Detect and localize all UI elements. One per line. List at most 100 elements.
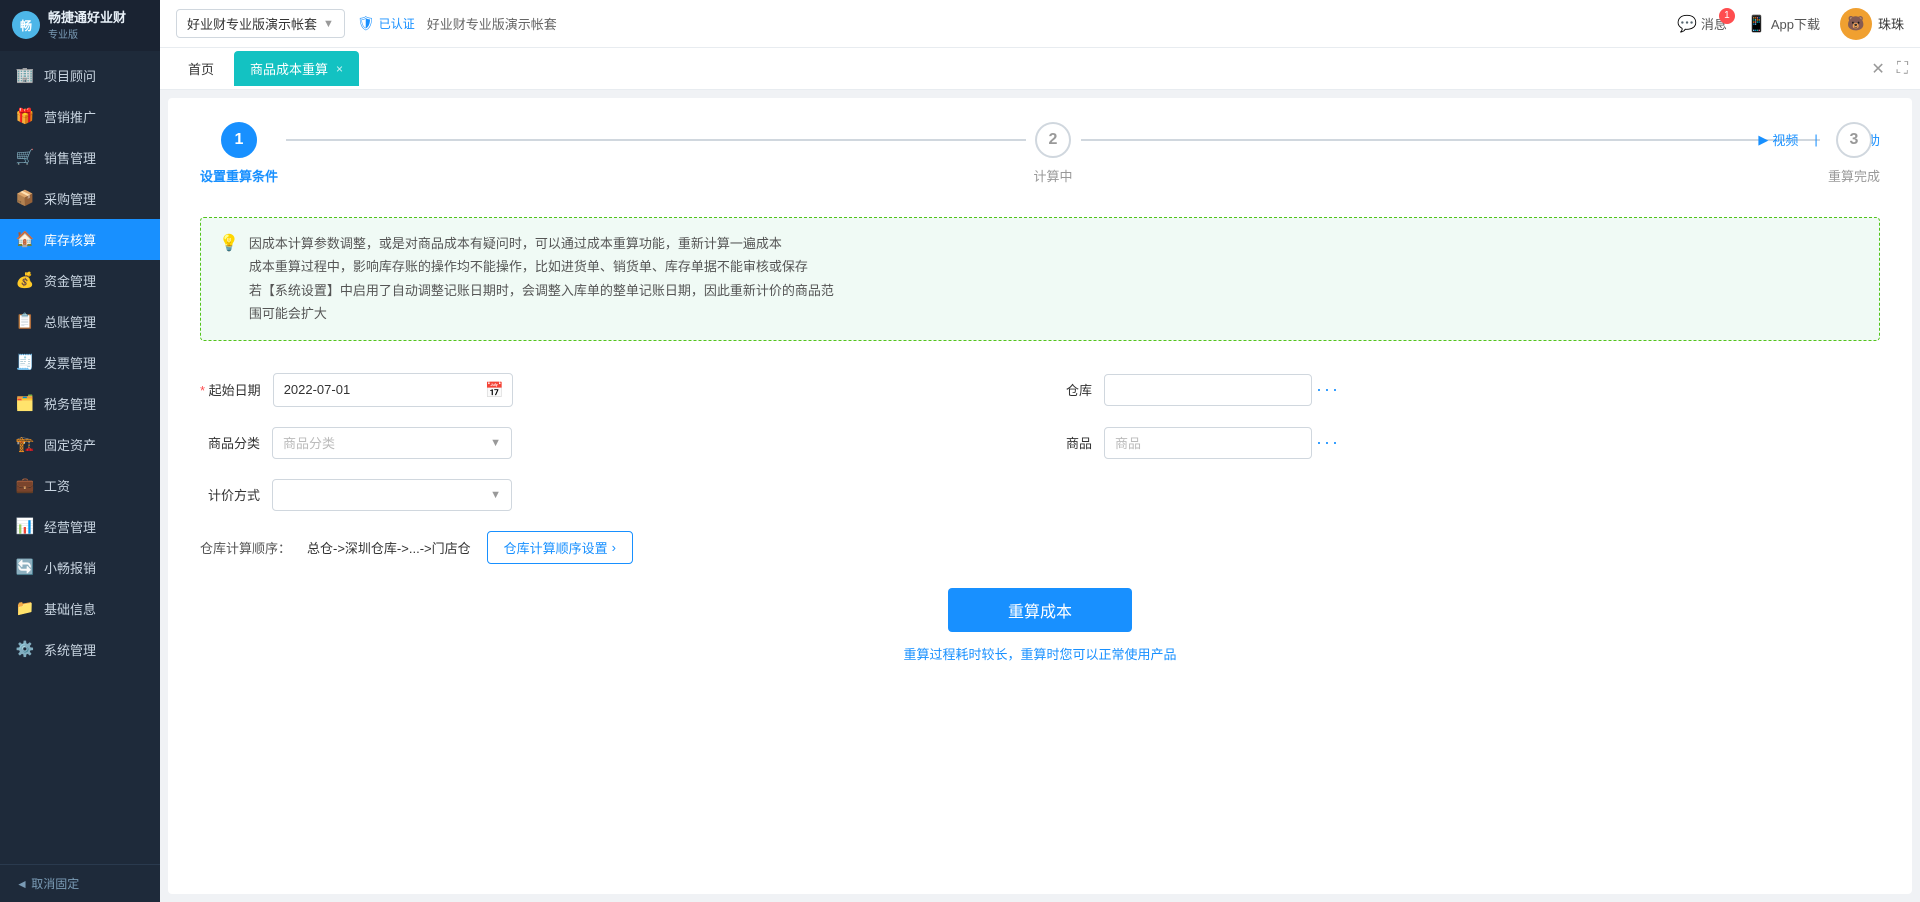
sidebar-item-marketing[interactable]: 🎁 营销推广	[0, 96, 160, 137]
sidebar-item-tax[interactable]: 🗂️ 税务管理	[0, 383, 160, 424]
sidebar-title-sub: 专业版	[48, 26, 126, 41]
sidebar-icon-operation: 📊	[16, 517, 34, 535]
sidebar-label-finance: 资金管理	[44, 271, 96, 290]
app-download-button[interactable]: 📱 App下载	[1747, 14, 1820, 34]
verified-label: 已认证	[379, 15, 415, 32]
start-date-input[interactable]	[274, 374, 477, 406]
close-window-icon[interactable]: ✕	[1871, 59, 1884, 79]
goods-dots-button[interactable]: ···	[1312, 432, 1344, 453]
video-help-button[interactable]: ▶ 视频	[1758, 130, 1798, 149]
sidebar-item-basic[interactable]: 📁 基础信息	[0, 588, 160, 629]
start-date-label: 起始日期	[200, 380, 261, 399]
play-icon: ▶	[1758, 132, 1768, 148]
sidebar-icon-purchase: 📦	[16, 189, 34, 207]
form-row-1: 起始日期 📅 仓库 ···	[200, 373, 1880, 407]
sidebar-item-sales[interactable]: 🛒 销售管理	[0, 137, 160, 178]
action-area: 重算成本 重算过程耗时较长，重算时您可以正常使用产品	[200, 588, 1880, 663]
recalc-button[interactable]: 重算成本	[948, 588, 1132, 632]
warehouse-input[interactable]	[1104, 374, 1312, 406]
expand-icon[interactable]: ⛶	[1897, 60, 1908, 78]
sidebar-item-invoice[interactable]: 🧾 发票管理	[0, 342, 160, 383]
sidebar-title-main: 畅捷通好业财	[48, 10, 126, 26]
info-line-1: 因成本计算参数调整，或是对商品成本有疑问时，可以通过成本重算功能，重新计算一遍成…	[249, 232, 834, 255]
account-selector[interactable]: 好业财专业版演示帐套 ▼	[176, 9, 345, 38]
sidebar-icon-assets: 🏗️	[16, 435, 34, 453]
warehouse-dots-button[interactable]: ···	[1312, 379, 1344, 400]
message-icon: 💬	[1677, 14, 1697, 34]
content-area: 1 设置重算条件 2 计算中 3 重算完成 ▶ 视频	[168, 98, 1912, 894]
step-line-1	[286, 139, 1025, 141]
step-1-number: 1	[235, 131, 244, 149]
message-button[interactable]: 💬 消息 1	[1677, 14, 1727, 34]
tab-close-icon[interactable]: ×	[336, 62, 343, 76]
sidebar-item-expense[interactable]: 🔄 小畅报销	[0, 547, 160, 588]
info-line-4: 围可能会扩大	[249, 302, 834, 325]
sidebar-label-marketing: 营销推广	[44, 107, 96, 126]
app-label: App下载	[1771, 14, 1820, 33]
sidebar-item-assets[interactable]: 🏗️ 固定资产	[0, 424, 160, 465]
steps-bar: 1 设置重算条件 2 计算中 3 重算完成 ▶ 视频	[200, 122, 1880, 185]
phone-icon: 📱	[1747, 14, 1767, 34]
form-row-3: 计价方式 ▼	[200, 479, 1880, 511]
sidebar-label-project: 项目顾问	[44, 66, 96, 85]
warehouse-setting-label: 仓库计算顺序设置	[504, 538, 608, 557]
info-line-3: 若【系统设置】中启用了自动调整记账日期时，会调整入库单的整单记账日期，因此重新计…	[249, 279, 834, 302]
sidebar-label-basic: 基础信息	[44, 599, 96, 618]
sidebar-icon-marketing: 🎁	[16, 107, 34, 125]
tab-cost-recalc[interactable]: 商品成本重算 ×	[234, 51, 359, 86]
sidebar-item-finance[interactable]: 💰 资金管理	[0, 260, 160, 301]
sidebar-item-project[interactable]: 🏢 项目顾问	[0, 55, 160, 96]
sidebar-footer-label: ◄ 取消固定	[16, 875, 79, 892]
topbar: 好业财专业版演示帐套 ▼ 🛡 已认证 好业财专业版演示帐套 💬 消息 1 📱 A…	[160, 0, 1920, 48]
step-1: 1 设置重算条件	[200, 122, 278, 185]
warehouse-order-row: 仓库计算顺序： 总仓->深圳仓库->...->门店仓 仓库计算顺序设置 ›	[200, 531, 1880, 564]
recalc-hint-text: 重算过程耗时较长，重算时您可以正常使用产品	[903, 644, 1176, 663]
step-line-2	[1081, 139, 1820, 141]
sidebar-icon-tax: 🗂️	[16, 394, 34, 412]
goods-placeholder: 商品	[1115, 433, 1141, 452]
sidebar-item-purchase[interactable]: 📦 采购管理	[0, 178, 160, 219]
user-avatar: 🐻	[1840, 8, 1872, 40]
sidebar-label-operation: 经营管理	[44, 517, 96, 536]
category-field: 商品分类 商品分类 ▼	[200, 427, 1028, 459]
sidebar-item-inventory[interactable]: 🏠 库存核算	[0, 219, 160, 260]
sidebar-item-system[interactable]: ⚙️ 系统管理	[0, 629, 160, 670]
info-line-2: 成本重算过程中，影响库存账的操作均不能操作，比如进货单、销货单、库存单据不能审核…	[249, 255, 834, 278]
goods-field: 商品 商品 ···	[1052, 427, 1880, 459]
user-area[interactable]: 🐻 珠珠	[1840, 8, 1904, 40]
cancel-fixed-button[interactable]: ◄ 取消固定	[0, 864, 160, 902]
sidebar-label-salary: 工资	[44, 476, 70, 495]
form-row-2: 商品分类 商品分类 ▼ 商品 商品 ···	[200, 427, 1880, 459]
sidebar-icon-project: 🏢	[16, 66, 34, 84]
warehouse-order-value: 总仓->深圳仓库->...->门店仓	[307, 538, 471, 557]
sidebar-header: 畅 畅捷通好业财 专业版	[0, 0, 160, 51]
category-dropdown-icon: ▼	[490, 437, 501, 449]
pricing-label: 计价方式	[200, 485, 260, 504]
warehouse-order-label: 仓库计算顺序：	[200, 538, 291, 557]
verified-account-name: 好业财专业版演示帐套	[427, 14, 557, 33]
pricing-select[interactable]: ▼	[272, 479, 512, 511]
sidebar-item-salary[interactable]: 💼 工资	[0, 465, 160, 506]
calendar-icon[interactable]: 📅	[477, 381, 512, 399]
sidebar-icon-basic: 📁	[16, 599, 34, 617]
tab-home[interactable]: 首页	[172, 51, 230, 86]
step-3-number: 3	[1850, 131, 1859, 149]
step-3-label: 重算完成	[1828, 166, 1880, 185]
sidebar: 畅 畅捷通好业财 专业版 🏢 项目顾问 🎁 营销推广 🛒 销售管理 📦 采购管理…	[0, 0, 160, 902]
sidebar-icon-expense: 🔄	[16, 558, 34, 576]
tabbar-right: ✕ ⛶	[1871, 59, 1908, 79]
category-select[interactable]: 商品分类 ▼	[272, 427, 512, 459]
step-2-circle: 2	[1035, 122, 1071, 158]
lightbulb-icon: 💡	[219, 233, 239, 326]
warehouse-label: 仓库	[1052, 380, 1092, 399]
warehouse-setting-button[interactable]: 仓库计算顺序设置 ›	[487, 531, 633, 564]
warehouse-field: 仓库 ···	[1052, 374, 1880, 406]
tab-active-label: 商品成本重算	[250, 59, 328, 78]
info-box: 💡 因成本计算参数调整，或是对商品成本有疑问时，可以通过成本重算功能，重新计算一…	[200, 217, 1880, 341]
start-date-input-wrapper[interactable]: 📅	[273, 373, 513, 407]
chevron-right-icon: ›	[612, 540, 616, 555]
sidebar-icon-inventory: 🏠	[16, 230, 34, 248]
sidebar-item-ledger[interactable]: 📋 总账管理	[0, 301, 160, 342]
sidebar-item-operation[interactable]: 📊 经营管理	[0, 506, 160, 547]
step-2: 2 计算中	[1034, 122, 1073, 185]
